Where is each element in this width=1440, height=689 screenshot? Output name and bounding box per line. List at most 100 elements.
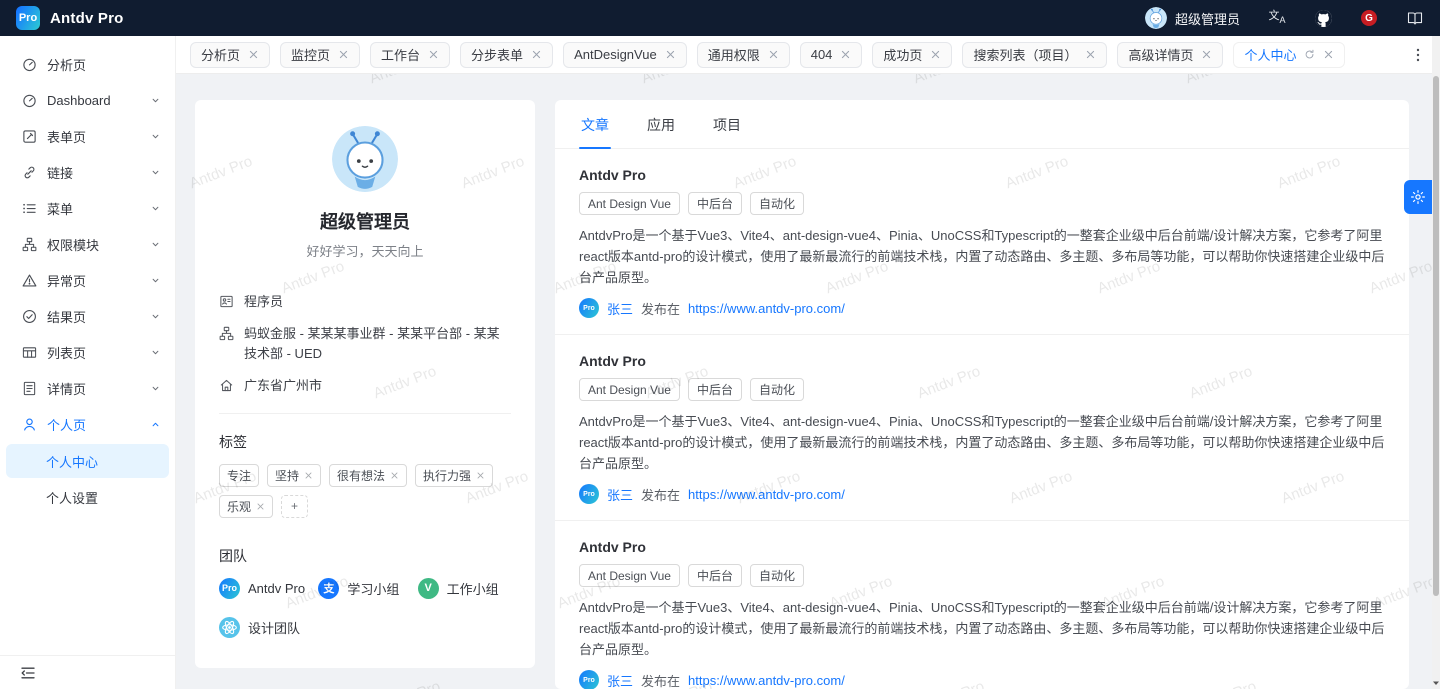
article-link[interactable]: https://www.antdv-pro.com/ bbox=[688, 673, 845, 688]
collapse-sidebar-button[interactable] bbox=[20, 665, 36, 681]
article-tag: Ant Design Vue bbox=[579, 192, 680, 215]
github-icon[interactable] bbox=[1314, 9, 1332, 27]
tab-close-icon[interactable] bbox=[1323, 49, 1334, 60]
user-icon bbox=[22, 417, 37, 432]
tag-close-icon[interactable] bbox=[304, 471, 313, 480]
author-link[interactable]: 张三 bbox=[607, 485, 633, 504]
profile-avatar bbox=[332, 126, 398, 192]
sidebar-item-6[interactable]: 异常页 bbox=[0, 262, 175, 298]
tab-close-icon[interactable] bbox=[248, 49, 259, 60]
tab-close-icon[interactable] bbox=[665, 49, 676, 60]
tab-close-icon[interactable] bbox=[428, 49, 439, 60]
sidebar-item-5[interactable]: 权限模块 bbox=[0, 226, 175, 262]
profile-detail-text: 蚂蚁金服 - 某某某事业群 - 某某平台部 - 某某技术部 - UED bbox=[244, 326, 500, 362]
chevron-down-icon bbox=[150, 383, 161, 394]
dashboard-icon bbox=[22, 93, 37, 108]
tag-close-icon[interactable] bbox=[476, 471, 485, 480]
profile-icon bbox=[22, 381, 37, 396]
add-tag-button[interactable]: + bbox=[281, 494, 309, 518]
scroll-down-arrow[interactable] bbox=[1432, 679, 1440, 687]
sidebar-item-3[interactable]: 链接 bbox=[0, 154, 175, 190]
sidebar-menu: 分析页 Dashboard 表单页 链接 菜单 权限模块 异常页 结果页 列表页 详情页 个人页 个人… bbox=[0, 36, 175, 655]
tab-label: 成功页 bbox=[883, 48, 923, 63]
sidebar-item-label: 菜单 bbox=[47, 201, 74, 217]
watermark-text: Antdv Pro bbox=[375, 678, 443, 689]
articles-card: 文章 应用 项目 Antdv Pro Ant Design Vue 中后台 自动化 Antd… bbox=[555, 100, 1409, 689]
page-tab-2[interactable]: 工作台 bbox=[370, 41, 451, 68]
tab-more-icon[interactable] bbox=[1410, 47, 1426, 63]
page-tab-7[interactable]: 成功页 bbox=[872, 41, 953, 68]
sidebar-item-8[interactable]: 列表页 bbox=[0, 334, 175, 370]
article-tag: 中后台 bbox=[687, 192, 742, 215]
page-tab-9[interactable]: 高级详情页 bbox=[1117, 41, 1224, 68]
divider bbox=[219, 412, 511, 414]
tag-close-icon[interactable] bbox=[256, 502, 265, 511]
page-tab-5[interactable]: 通用权限 bbox=[696, 41, 790, 68]
page-tab-6[interactable]: 404 bbox=[799, 41, 863, 68]
sidebar-item-4[interactable]: 菜单 bbox=[0, 190, 175, 226]
article-link[interactable]: https://www.antdv-pro.com/ bbox=[688, 487, 845, 502]
sidebar-item-label: 链接 bbox=[47, 165, 74, 181]
tab-close-icon[interactable] bbox=[531, 49, 542, 60]
author-link[interactable]: 张三 bbox=[607, 299, 633, 318]
profile-detail-text: 广东省广州市 bbox=[244, 378, 323, 394]
gitee-icon[interactable]: G bbox=[1360, 9, 1378, 27]
tab-close-icon[interactable] bbox=[840, 49, 851, 60]
articles-tab-2[interactable]: 项目 bbox=[711, 100, 743, 148]
tab-label: 工作台 bbox=[381, 48, 421, 63]
profile-detail-text: 程序员 bbox=[244, 294, 284, 309]
team-item-2[interactable]: V 工作小组 bbox=[417, 577, 511, 599]
page-tab-10[interactable]: 个人中心 bbox=[1233, 41, 1346, 68]
article-link[interactable]: https://www.antdv-pro.com/ bbox=[688, 301, 845, 316]
article-tags: Ant Design Vue 中后台 自动化 bbox=[579, 192, 1385, 215]
team-item-0[interactable]: Pro Antdv Pro bbox=[219, 577, 312, 599]
team-label: Antdv Pro bbox=[248, 580, 306, 596]
team-item-1[interactable]: 支学习小组 bbox=[318, 577, 411, 599]
docs-book-icon[interactable] bbox=[1406, 9, 1424, 27]
tab-close-icon[interactable] bbox=[1085, 49, 1096, 60]
tab-close-icon[interactable] bbox=[930, 49, 941, 60]
author-link[interactable]: 张三 bbox=[607, 671, 633, 689]
scrollbar-thumb[interactable] bbox=[1433, 76, 1439, 596]
article-item-0: Antdv Pro Ant Design Vue 中后台 自动化 AntdvPro是一个… bbox=[555, 149, 1409, 336]
profile-detail-2: 广东省广州市 bbox=[219, 376, 511, 396]
articles-tabs: 文章 应用 项目 bbox=[555, 100, 1409, 149]
app-logo[interactable]: Pro bbox=[16, 6, 40, 30]
tab-close-icon[interactable] bbox=[338, 49, 349, 60]
tab-close-icon[interactable] bbox=[768, 49, 779, 60]
tab-close-icon[interactable] bbox=[1201, 49, 1212, 60]
profile-tag-4: 乐观 bbox=[219, 494, 274, 518]
article-item-2: Antdv Pro Ant Design Vue 中后台 自动化 AntdvPro是一个… bbox=[555, 521, 1409, 689]
team-label: 工作小组 bbox=[446, 581, 499, 597]
articles-tab-0[interactable]: 文章 bbox=[579, 100, 611, 149]
page-tab-4[interactable]: AntDesignVue bbox=[563, 41, 687, 68]
sidebar-subitem-1[interactable]: 个人设置 bbox=[6, 480, 169, 514]
sidebar-item-1[interactable]: Dashboard bbox=[0, 82, 175, 118]
page-tab-0[interactable]: 分析页 bbox=[190, 41, 271, 68]
page-tab-3[interactable]: 分步表单 bbox=[460, 41, 554, 68]
sidebar-item-7[interactable]: 结果页 bbox=[0, 298, 175, 334]
team-item-3[interactable]: 设计团队 bbox=[219, 616, 312, 638]
translate-icon[interactable]: 文A bbox=[1268, 9, 1286, 27]
article-title: Antdv Pro bbox=[579, 353, 646, 370]
tags-section-title: 标签 bbox=[219, 433, 247, 450]
window-scrollbar[interactable] bbox=[1432, 36, 1440, 689]
user-menu[interactable]: 超级管理员 bbox=[1144, 7, 1240, 29]
tag-close-icon[interactable] bbox=[390, 471, 399, 480]
sidebar-item-9[interactable]: 详情页 bbox=[0, 370, 175, 406]
app-title: Antdv Pro bbox=[50, 9, 124, 27]
sidebar-item-0[interactable]: 分析页 bbox=[0, 46, 175, 82]
link-icon bbox=[22, 165, 37, 180]
publish-label: 发布在 bbox=[641, 487, 681, 503]
sidebar-item-label: 结果页 bbox=[47, 309, 87, 325]
sidebar-item-2[interactable]: 表单页 bbox=[0, 118, 175, 154]
article-description: AntdvPro是一个基于Vue3、Vite4、ant-design-vue4、… bbox=[579, 600, 1385, 658]
page-tab-8[interactable]: 搜索列表（项目） bbox=[962, 41, 1108, 68]
page-tab-1[interactable]: 监控页 bbox=[280, 41, 361, 68]
sidebar-subitem-0[interactable]: 个人中心 bbox=[6, 444, 169, 478]
articles-tab-1[interactable]: 应用 bbox=[645, 100, 677, 148]
article-tag: 中后台 bbox=[687, 378, 742, 402]
chevron-down-icon bbox=[150, 275, 161, 286]
sidebar-item-10[interactable]: 个人页 bbox=[0, 406, 175, 442]
settings-button[interactable] bbox=[1404, 180, 1432, 214]
